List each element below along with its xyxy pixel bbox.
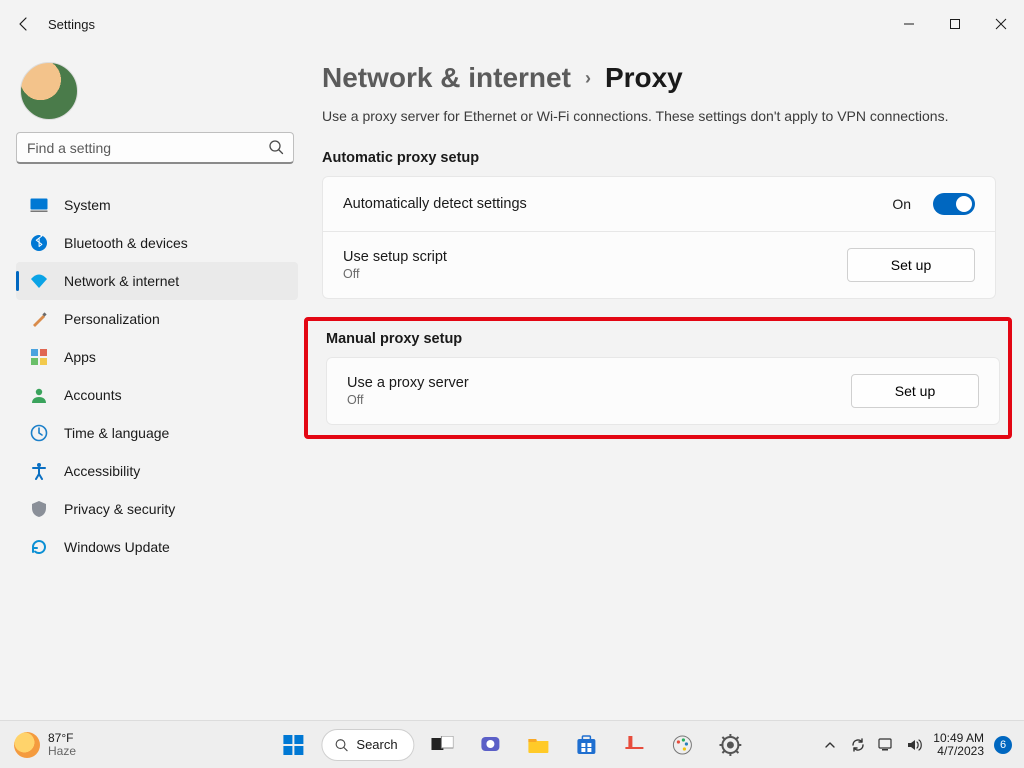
notification-badge[interactable]: 6	[994, 736, 1012, 754]
taskbar-clock[interactable]: 10:49 AM 4/7/2023	[933, 732, 984, 758]
setup-script-state: Off	[343, 267, 833, 281]
taskbar-app-paint[interactable]	[663, 725, 703, 765]
taskbar-app-explorer[interactable]	[519, 725, 559, 765]
titlebar: Settings	[0, 0, 1024, 48]
use-proxy-card: Use a proxy server Off Set up	[326, 357, 1000, 425]
main: Network & internet › Proxy Use a proxy s…	[298, 48, 1024, 720]
bluetooth-icon	[30, 234, 48, 252]
nav-item-apps[interactable]: Apps	[16, 338, 298, 376]
search-input[interactable]	[16, 132, 294, 164]
automatic-proxy-group: Automatically detect settings On Use set…	[322, 176, 996, 299]
clock-time: 10:49 AM	[933, 732, 984, 745]
tray-overflow-icon[interactable]	[821, 736, 839, 754]
setup-script-title: Use setup script	[343, 249, 833, 265]
time-icon	[30, 424, 48, 442]
page-subtitle: Use a proxy server for Ethernet or Wi-Fi…	[322, 108, 1012, 124]
use-proxy-title: Use a proxy server	[347, 375, 837, 391]
chevron-right-icon: ›	[585, 68, 591, 89]
nav-item-privacy[interactable]: Privacy & security	[16, 490, 298, 528]
nav-label: Privacy & security	[64, 501, 175, 517]
accessibility-icon	[30, 462, 48, 480]
taskbar-app-chat[interactable]	[471, 725, 511, 765]
section-heading-automatic: Automatic proxy setup	[322, 150, 1012, 166]
system-icon	[30, 196, 48, 214]
nav-label: Windows Update	[64, 539, 170, 555]
search-icon	[334, 738, 348, 752]
nav-label: Accounts	[64, 387, 122, 403]
weather-temp: 87°F	[48, 732, 76, 745]
setup-script-button[interactable]: Set up	[847, 248, 975, 282]
privacy-icon	[30, 500, 48, 518]
breadcrumb-current: Proxy	[605, 62, 683, 94]
taskbar-search[interactable]: Search	[321, 729, 414, 761]
auto-detect-card: Automatically detect settings On	[322, 176, 996, 232]
nav-item-system[interactable]: System	[16, 186, 298, 224]
nav-label: Bluetooth & devices	[64, 235, 188, 251]
nav-item-time[interactable]: Time & language	[16, 414, 298, 452]
manual-proxy-group: Use a proxy server Off Set up	[326, 357, 1000, 425]
nav-label: Time & language	[64, 425, 169, 441]
tray-sync-icon[interactable]	[849, 736, 867, 754]
nav-item-accessibility[interactable]: Accessibility	[16, 452, 298, 490]
task-view-button[interactable]	[423, 725, 463, 765]
sidebar: System Bluetooth & devices Network & int…	[0, 48, 298, 720]
taskbar-app-snip[interactable]	[615, 725, 655, 765]
breadcrumb: Network & internet › Proxy	[322, 62, 1012, 94]
taskbar-app-settings[interactable]	[711, 725, 751, 765]
avatar[interactable]	[20, 62, 78, 120]
section-heading-manual: Manual proxy setup	[326, 331, 1000, 347]
personalization-icon	[30, 310, 48, 328]
use-proxy-state: Off	[347, 393, 837, 407]
close-button[interactable]	[978, 0, 1024, 48]
nav-item-bluetooth[interactable]: Bluetooth & devices	[16, 224, 298, 262]
taskbar-search-label: Search	[356, 737, 397, 752]
tray-volume-icon[interactable]	[905, 736, 923, 754]
search-icon	[268, 139, 284, 160]
auto-detect-state: On	[892, 196, 911, 212]
weather-cond: Haze	[48, 745, 76, 758]
update-icon	[30, 538, 48, 556]
nav-label: Personalization	[64, 311, 160, 327]
weather-icon	[14, 732, 40, 758]
nav-label: Network & internet	[64, 273, 179, 289]
minimize-button[interactable]	[886, 0, 932, 48]
nav-item-network[interactable]: Network & internet	[16, 262, 298, 300]
nav-label: Apps	[64, 349, 96, 365]
manual-proxy-highlight: Manual proxy setup Use a proxy server Of…	[304, 317, 1012, 439]
taskbar: 87°F Haze Search 10:49 AM 4/7/2023 6	[0, 720, 1024, 768]
accounts-icon	[30, 386, 48, 404]
clock-date: 4/7/2023	[933, 745, 984, 758]
nav-item-accounts[interactable]: Accounts	[16, 376, 298, 414]
start-button[interactable]	[273, 725, 313, 765]
auto-detect-title: Automatically detect settings	[343, 196, 878, 212]
nav: System Bluetooth & devices Network & int…	[16, 186, 298, 566]
back-button[interactable]	[0, 16, 48, 32]
use-proxy-button[interactable]: Set up	[851, 374, 979, 408]
nav-label: System	[64, 197, 111, 213]
window-title: Settings	[48, 17, 95, 32]
nav-item-update[interactable]: Windows Update	[16, 528, 298, 566]
maximize-button[interactable]	[932, 0, 978, 48]
apps-icon	[30, 348, 48, 366]
taskbar-app-store[interactable]	[567, 725, 607, 765]
tray-network-icon[interactable]	[877, 736, 895, 754]
nav-item-personalization[interactable]: Personalization	[16, 300, 298, 338]
breadcrumb-parent[interactable]: Network & internet	[322, 62, 571, 94]
network-icon	[30, 272, 48, 290]
nav-label: Accessibility	[64, 463, 140, 479]
setup-script-card: Use setup script Off Set up	[322, 232, 996, 299]
taskbar-weather[interactable]: 87°F Haze	[0, 732, 76, 758]
system-tray: 10:49 AM 4/7/2023 6	[821, 732, 1024, 758]
auto-detect-toggle[interactable]	[933, 193, 975, 215]
